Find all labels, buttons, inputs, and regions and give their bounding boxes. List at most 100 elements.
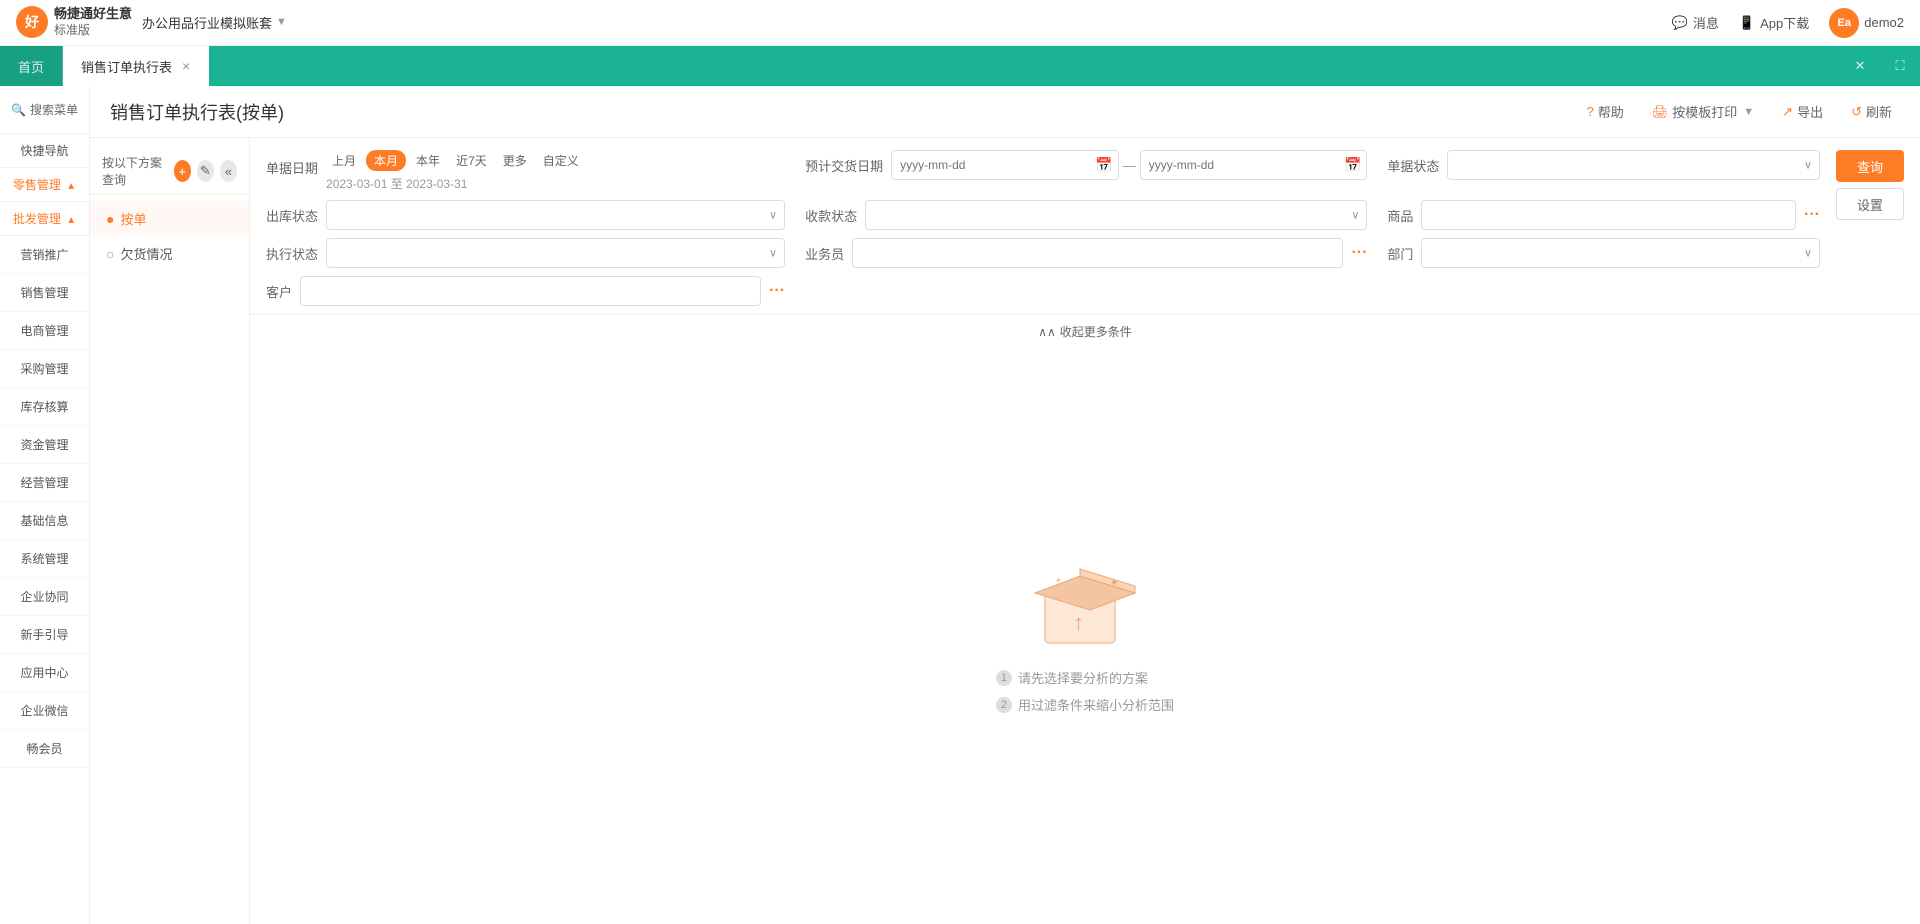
goods-label: 商品	[1387, 206, 1413, 225]
single-status-label: 单据状态	[1387, 156, 1439, 175]
sidebar-item-ecommerce-mgmt[interactable]: 电商管理	[0, 312, 89, 350]
help-icon: ?	[1586, 104, 1593, 119]
header-nav[interactable]: 办公用品行业模拟账套 ▼	[142, 13, 287, 32]
query-action-btns: 查询 设置	[1836, 150, 1904, 220]
scheme-collapse-btn[interactable]: «	[220, 160, 237, 182]
query-btn[interactable]: 查询	[1836, 150, 1904, 182]
sidebar-item-purchase-mgmt[interactable]: 采购管理	[0, 350, 89, 388]
collapse-bar[interactable]: ∧∧ 收起更多条件	[250, 314, 1920, 348]
salesperson-field: 业务员 ···	[805, 238, 1367, 268]
forecast-date-end[interactable]	[1140, 150, 1368, 180]
sidebar-item-ops-mgmt[interactable]: 经营管理	[0, 464, 89, 502]
scheme-press-single[interactable]: ● 按单	[90, 201, 249, 236]
date-btn-custom[interactable]: 自定义	[537, 150, 585, 171]
forecast-date-end-wrap: 📅	[1140, 150, 1368, 180]
sidebar-item-finance-mgmt[interactable]: 资金管理	[0, 426, 89, 464]
sidebar-item-sys-mgmt[interactable]: 系统管理	[0, 540, 89, 578]
sidebar-item-wholesale-mgmt[interactable]: 批发管理 ▲	[0, 202, 89, 236]
single-status-field: 单据状态 ∨	[1387, 150, 1820, 180]
user-menu[interactable]: Ea demo2	[1829, 8, 1904, 38]
phone-icon: 📱	[1739, 15, 1755, 31]
sidebar-search[interactable]: 🔍 搜索菜单	[0, 86, 89, 134]
sidebar-item-vip-member[interactable]: 畅会员	[0, 730, 89, 768]
filter-row-3: 执行状态 ∨ 业务员 ···	[250, 238, 1920, 276]
customer-label: 客户	[266, 282, 292, 301]
settings-btn[interactable]: 设置	[1836, 188, 1904, 220]
collapse-up-icon: ∧∧	[1038, 325, 1056, 339]
date-btn-7days[interactable]: 近7天	[450, 150, 493, 171]
delivery-status-label: 出库状态	[266, 206, 318, 225]
window-controls: ✕ ⛶	[1840, 46, 1920, 86]
print-dropdown-arrow[interactable]: ▼	[1743, 106, 1754, 118]
salesperson-label: 业务员	[805, 244, 844, 263]
tab-close-btn[interactable]: ×	[182, 58, 190, 74]
content-area: 销售订单执行表(按单) ? 帮助 🖨 按模板打印 ▼ ↗ 导出 ↺ 刷新	[90, 86, 1920, 924]
goods-input[interactable]	[1421, 200, 1796, 230]
logo-icon: 好	[16, 6, 48, 38]
arrears-icon: ○	[106, 246, 114, 262]
message-btn[interactable]: 💬 消息	[1672, 13, 1719, 32]
sidebar-item-quick-nav[interactable]: 快捷导航	[0, 134, 89, 168]
sidebar-item-app-center[interactable]: 应用中心	[0, 654, 89, 692]
scheme-add-btn[interactable]: +	[174, 160, 191, 182]
delivery-status-select[interactable]	[326, 200, 785, 230]
page-title: 销售订单执行表(按单)	[110, 99, 284, 125]
svg-text:✦: ✦	[1110, 578, 1118, 589]
page-actions: ? 帮助 🖨 按模板打印 ▼ ↗ 导出 ↺ 刷新	[1578, 98, 1900, 125]
sidebar-item-inventory[interactable]: 库存核算	[0, 388, 89, 426]
empty-tip-2: 2 用过滤条件来缩小分析范围	[996, 695, 1174, 714]
refresh-icon: ↺	[1851, 104, 1862, 120]
customer-dots-btn[interactable]: ···	[769, 282, 785, 300]
export-btn[interactable]: ↗ 导出	[1774, 98, 1831, 125]
sidebar: 🔍 搜索菜单 快捷导航 零售管理 ▲ 批发管理 ▲ 营销推广 销售管理 电商管理…	[0, 86, 90, 924]
sidebar-item-retail-mgmt[interactable]: 零售管理 ▲	[0, 168, 89, 202]
salesperson-input[interactable]	[852, 238, 1343, 268]
date-btn-this-month[interactable]: 本月	[366, 150, 406, 171]
sidebar-item-new-guide[interactable]: 新手引导	[0, 616, 89, 654]
app-download-btn[interactable]: 📱 App下载	[1739, 13, 1809, 32]
forecast-date-start-wrap: 📅	[891, 150, 1119, 180]
left-panel: 按以下方案查询 + ✎ « ● 按单 ○ 欠货情况	[90, 138, 250, 924]
single-date-field: 单据日期 上月 本月 本年 近7天 更多 自定义	[266, 150, 785, 192]
sidebar-item-marketing[interactable]: 营销推广	[0, 236, 89, 274]
search-menu-btn[interactable]: 🔍 搜索菜单	[8, 96, 81, 123]
sidebar-item-basic-info[interactable]: 基础信息	[0, 502, 89, 540]
receipt-status-select[interactable]	[865, 200, 1367, 230]
sidebar-item-enterprise-wechat[interactable]: 企业微信	[0, 692, 89, 730]
top-bar-right: 💬 消息 📱 App下载 Ea demo2	[1672, 8, 1904, 38]
tab-home[interactable]: 首页	[0, 46, 63, 86]
sidebar-item-sales-mgmt[interactable]: 销售管理	[0, 274, 89, 312]
content-right: 单据日期 上月 本月 本年 近7天 更多 自定义	[250, 138, 1920, 924]
window-close-btn[interactable]: ✕	[1840, 46, 1880, 86]
sidebar-item-enterprise-collab[interactable]: 企业协同	[0, 578, 89, 616]
forecast-date-range: 📅 — 📅	[891, 150, 1367, 180]
customer-input[interactable]	[300, 276, 761, 306]
print-btn[interactable]: 🖨 按模板打印 ▼	[1644, 98, 1762, 125]
date-btn-last-month[interactable]: 上月	[326, 150, 362, 171]
tab-active[interactable]: 销售订单执行表 ×	[63, 46, 209, 86]
date-quick-row: 上月 本月 本年 近7天 更多 自定义	[326, 150, 785, 171]
date-btn-more[interactable]: 更多	[497, 150, 533, 171]
filter-query-area: 单据日期 上月 本月 本年 近7天 更多 自定义	[250, 138, 1920, 348]
header-nav-arrow: ▼	[276, 16, 287, 28]
scheme-query-label: 按以下方案查询	[102, 154, 168, 188]
exec-status-select[interactable]	[326, 238, 785, 268]
logo-text: 畅捷通好生意 标准版	[54, 6, 132, 38]
scheme-edit-btn[interactable]: ✎	[197, 160, 214, 182]
goods-dots-btn[interactable]: ···	[1804, 206, 1820, 224]
filter-row-4: 客户 ···	[250, 276, 1920, 314]
refresh-btn[interactable]: ↺ 刷新	[1843, 98, 1900, 125]
main-layout: 🔍 搜索菜单 快捷导航 零售管理 ▲ 批发管理 ▲ 营销推广 销售管理 电商管理…	[0, 86, 1920, 924]
forecast-date-field: 预计交货日期 📅 — 📅	[805, 150, 1367, 180]
date-btn-this-year[interactable]: 本年	[410, 150, 446, 171]
forecast-date-start[interactable]	[891, 150, 1119, 180]
help-btn[interactable]: ? 帮助	[1578, 98, 1631, 125]
single-status-select-wrap: ∨	[1447, 150, 1820, 180]
scheme-arrears[interactable]: ○ 欠货情况	[90, 236, 249, 271]
window-maximize-btn[interactable]: ⛶	[1880, 46, 1920, 86]
dept-select[interactable]	[1421, 238, 1820, 268]
logo-area: 好 畅捷通好生意 标准版	[16, 6, 132, 38]
single-date-label: 单据日期	[266, 150, 318, 177]
single-status-select[interactable]	[1447, 150, 1820, 180]
salesperson-dots-btn[interactable]: ···	[1351, 244, 1367, 262]
